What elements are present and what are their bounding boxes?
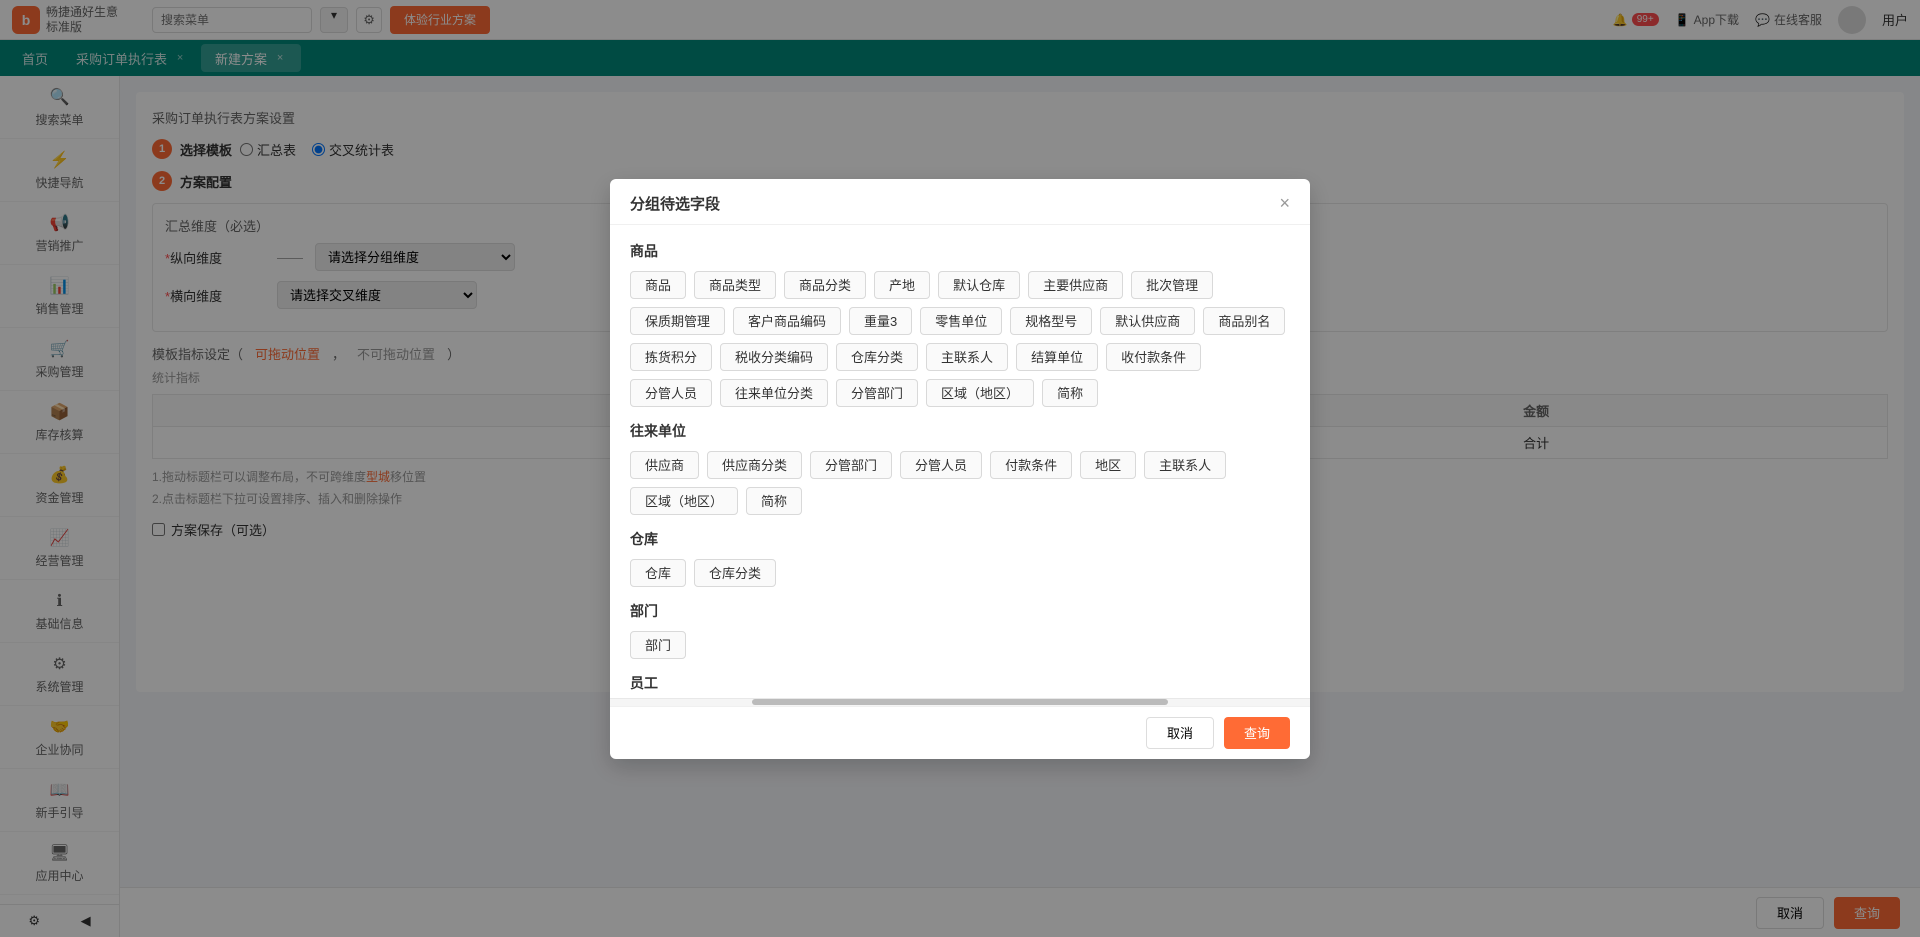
modal-horizontal-scrollbar[interactable]: [610, 698, 1310, 706]
field-tags-product: 商品 商品类型 商品分类 产地 默认仓库 主要供应商 批次管理 保质期管理 客户…: [630, 271, 1290, 407]
field-tag[interactable]: 付款条件: [990, 451, 1072, 479]
modal-close-button[interactable]: ×: [1279, 194, 1290, 212]
field-tag[interactable]: 结算单位: [1016, 343, 1098, 371]
group-title-partner: 往来单位: [630, 421, 1290, 441]
modal: 分组待选字段 × 商品 商品 商品类型 商品分类 产地 默认仓库 主要供应商 批…: [610, 179, 1310, 759]
field-tag[interactable]: 仓库分类: [836, 343, 918, 371]
field-tag[interactable]: 重量3: [849, 307, 912, 335]
field-tag[interactable]: 分管人员: [630, 379, 712, 407]
field-tag[interactable]: 分管部门: [836, 379, 918, 407]
field-tag[interactable]: 税收分类编码: [720, 343, 828, 371]
field-tags-department: 部门: [630, 631, 1290, 659]
field-tag[interactable]: 简称: [746, 487, 802, 515]
field-tag[interactable]: 部门: [630, 631, 686, 659]
field-tag[interactable]: 商品类型: [694, 271, 776, 299]
field-tag[interactable]: 规格型号: [1010, 307, 1092, 335]
field-tag[interactable]: 主要供应商: [1028, 271, 1123, 299]
field-tag[interactable]: 供应商: [630, 451, 699, 479]
field-tag[interactable]: 商品: [630, 271, 686, 299]
field-tag[interactable]: 批次管理: [1131, 271, 1213, 299]
field-tag[interactable]: 区域（地区）: [630, 487, 738, 515]
modal-overlay: 分组待选字段 × 商品 商品 商品类型 商品分类 产地 默认仓库 主要供应商 批…: [0, 0, 1920, 937]
modal-confirm-button[interactable]: 查询: [1224, 717, 1290, 749]
field-tag[interactable]: 往来单位分类: [720, 379, 828, 407]
modal-header: 分组待选字段 ×: [610, 179, 1310, 225]
field-tag[interactable]: 零售单位: [920, 307, 1002, 335]
field-tag[interactable]: 客户商品编码: [733, 307, 841, 335]
field-tags-warehouse: 仓库 仓库分类: [630, 559, 1290, 587]
field-tag[interactable]: 仓库分类: [694, 559, 776, 587]
field-tag[interactable]: 商品别名: [1203, 307, 1285, 335]
field-tag[interactable]: 默认供应商: [1100, 307, 1195, 335]
field-tag[interactable]: 主联系人: [1144, 451, 1226, 479]
modal-cancel-button[interactable]: 取消: [1146, 717, 1214, 749]
field-tag[interactable]: 保质期管理: [630, 307, 725, 335]
field-tag[interactable]: 供应商分类: [707, 451, 802, 479]
group-title-product: 商品: [630, 241, 1290, 261]
field-tag[interactable]: 主联系人: [926, 343, 1008, 371]
field-tag[interactable]: 收付款条件: [1106, 343, 1201, 371]
group-title-employee: 员工: [630, 673, 1290, 693]
modal-title: 分组待选字段: [630, 193, 720, 214]
group-title-warehouse: 仓库: [630, 529, 1290, 549]
field-tag[interactable]: 产地: [874, 271, 930, 299]
group-title-department: 部门: [630, 601, 1290, 621]
field-tag[interactable]: 仓库: [630, 559, 686, 587]
field-tag[interactable]: 分管部门: [810, 451, 892, 479]
field-tag[interactable]: 区域（地区）: [926, 379, 1034, 407]
field-tag[interactable]: 商品分类: [784, 271, 866, 299]
field-tag[interactable]: 拣货积分: [630, 343, 712, 371]
field-tag[interactable]: 默认仓库: [938, 271, 1020, 299]
field-tag[interactable]: 地区: [1080, 451, 1136, 479]
modal-body: 商品 商品 商品类型 商品分类 产地 默认仓库 主要供应商 批次管理 保质期管理…: [610, 225, 1310, 698]
field-tags-partner: 供应商 供应商分类 分管部门 分管人员 付款条件 地区 主联系人 区域（地区） …: [630, 451, 1290, 515]
field-tag[interactable]: 分管人员: [900, 451, 982, 479]
modal-footer: 取消 查询: [610, 706, 1310, 759]
field-tag[interactable]: 简称: [1042, 379, 1098, 407]
